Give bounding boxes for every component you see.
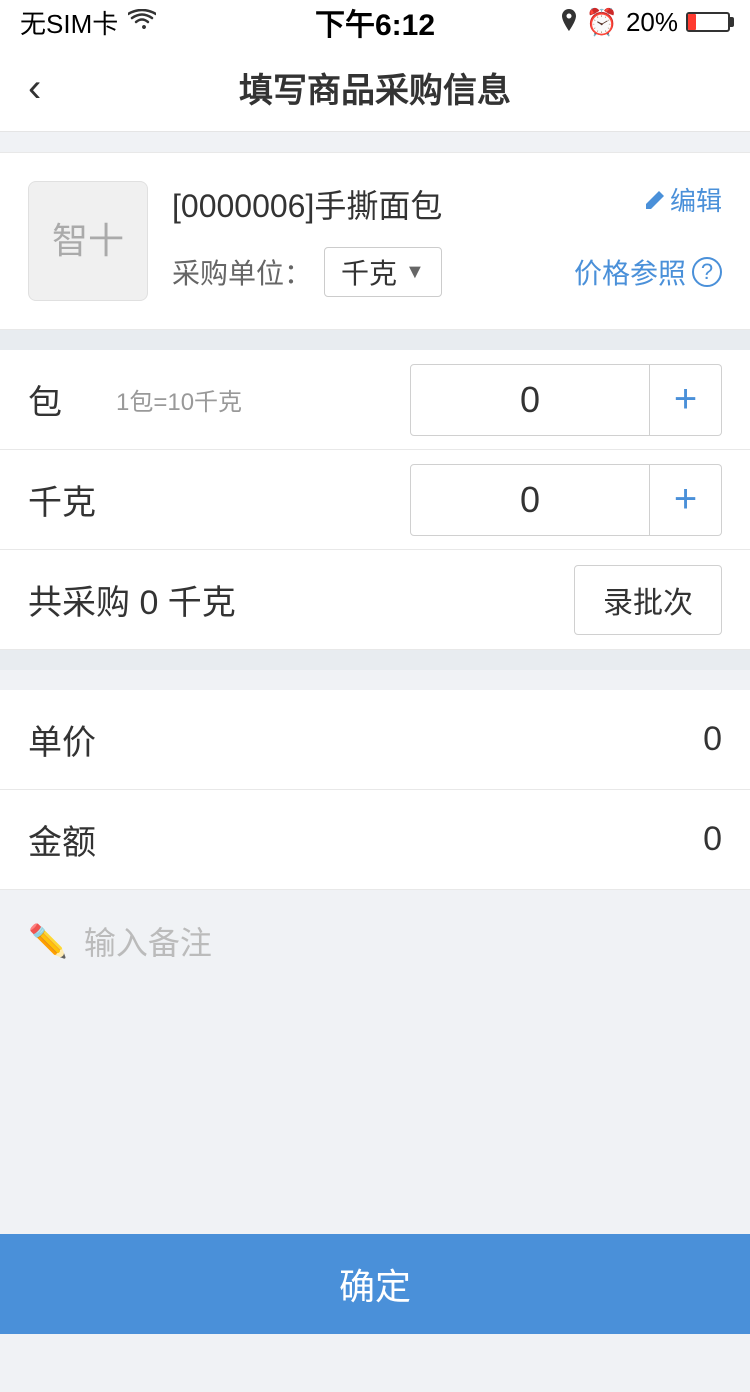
location-icon <box>560 7 578 38</box>
product-name: [0000006]手撕面包 <box>172 181 644 227</box>
unit-price-value: 0 <box>703 720 722 759</box>
back-button[interactable]: ‹ <box>28 68 41 108</box>
carrier-label: 无SIM卡 <box>20 4 118 41</box>
kg-input-controls: + <box>410 464 722 536</box>
amount-value: 0 <box>703 820 722 859</box>
unit-price-row: 单价 0 <box>0 690 750 790</box>
alarm-icon: ⏰ <box>586 7 618 38</box>
unit-price-label: 单价 <box>28 715 96 764</box>
unit-value: 千克 <box>341 252 397 292</box>
note-section[interactable]: ✏️ 输入备注 <box>0 890 750 992</box>
price-ref-button[interactable]: 价格参照 ? <box>574 252 722 292</box>
pencil-icon: ✏️ <box>28 922 68 960</box>
pack-label: 包 <box>28 375 108 424</box>
status-bar: 无SIM卡 下午6:12 ⏰ 20% <box>0 0 750 44</box>
kg-plus-button[interactable]: + <box>650 464 722 536</box>
battery-percent: 20% <box>626 7 678 38</box>
pack-plus-button[interactable]: + <box>650 364 722 436</box>
product-info: [0000006]手撕面包 编辑 采购单位： 千克 ▼ 价格 <box>172 181 722 297</box>
batch-button[interactable]: 录批次 <box>574 565 722 635</box>
pack-sub-label: 1包=10千克 <box>116 382 410 417</box>
unit-label: 采购单位： <box>172 252 312 292</box>
edit-button[interactable]: 编辑 <box>644 181 722 218</box>
product-card: 智十 [0000006]手撕面包 编辑 采购单位： 千克 ▼ <box>0 152 750 330</box>
kg-label: 千克 <box>28 475 108 524</box>
confirm-button[interactable]: 确定 <box>0 1234 750 1334</box>
status-left: 无SIM卡 <box>20 4 156 41</box>
pack-input-controls: + <box>410 364 722 436</box>
battery-icon <box>686 12 730 32</box>
page-title: 填写商品采购信息 <box>239 63 511 112</box>
amount-label: 金额 <box>28 815 96 864</box>
kg-quantity-input[interactable] <box>410 464 650 536</box>
summary-row: 共采购 0 千克 录批次 <box>0 550 750 650</box>
divider-band-2 <box>0 650 750 670</box>
product-logo: 智十 <box>52 219 124 262</box>
unit-dropdown-arrow: ▼ <box>405 261 425 284</box>
help-icon: ? <box>692 257 722 287</box>
kg-input-row: 千克 + <box>0 450 750 550</box>
status-right: ⏰ 20% <box>560 7 730 38</box>
wifi-icon <box>128 7 156 38</box>
price-section: 单价 0 金额 0 <box>0 690 750 890</box>
pack-quantity-input[interactable] <box>410 364 650 436</box>
status-time: 下午6:12 <box>315 0 435 44</box>
price-ref-label: 价格参照 <box>574 252 686 292</box>
note-placeholder: 输入备注 <box>84 918 212 964</box>
summary-text: 共采购 0 千克 <box>28 575 236 624</box>
product-image: 智十 <box>28 181 148 301</box>
pack-input-row: 包 1包=10千克 + <box>0 350 750 450</box>
input-section: 包 1包=10千克 + 千克 + 共采购 0 千克 录批次 <box>0 350 750 650</box>
divider-band <box>0 330 750 350</box>
amount-row: 金额 0 <box>0 790 750 890</box>
unit-select[interactable]: 千克 ▼ <box>324 247 442 297</box>
nav-bar: ‹ 填写商品采购信息 <box>0 44 750 132</box>
